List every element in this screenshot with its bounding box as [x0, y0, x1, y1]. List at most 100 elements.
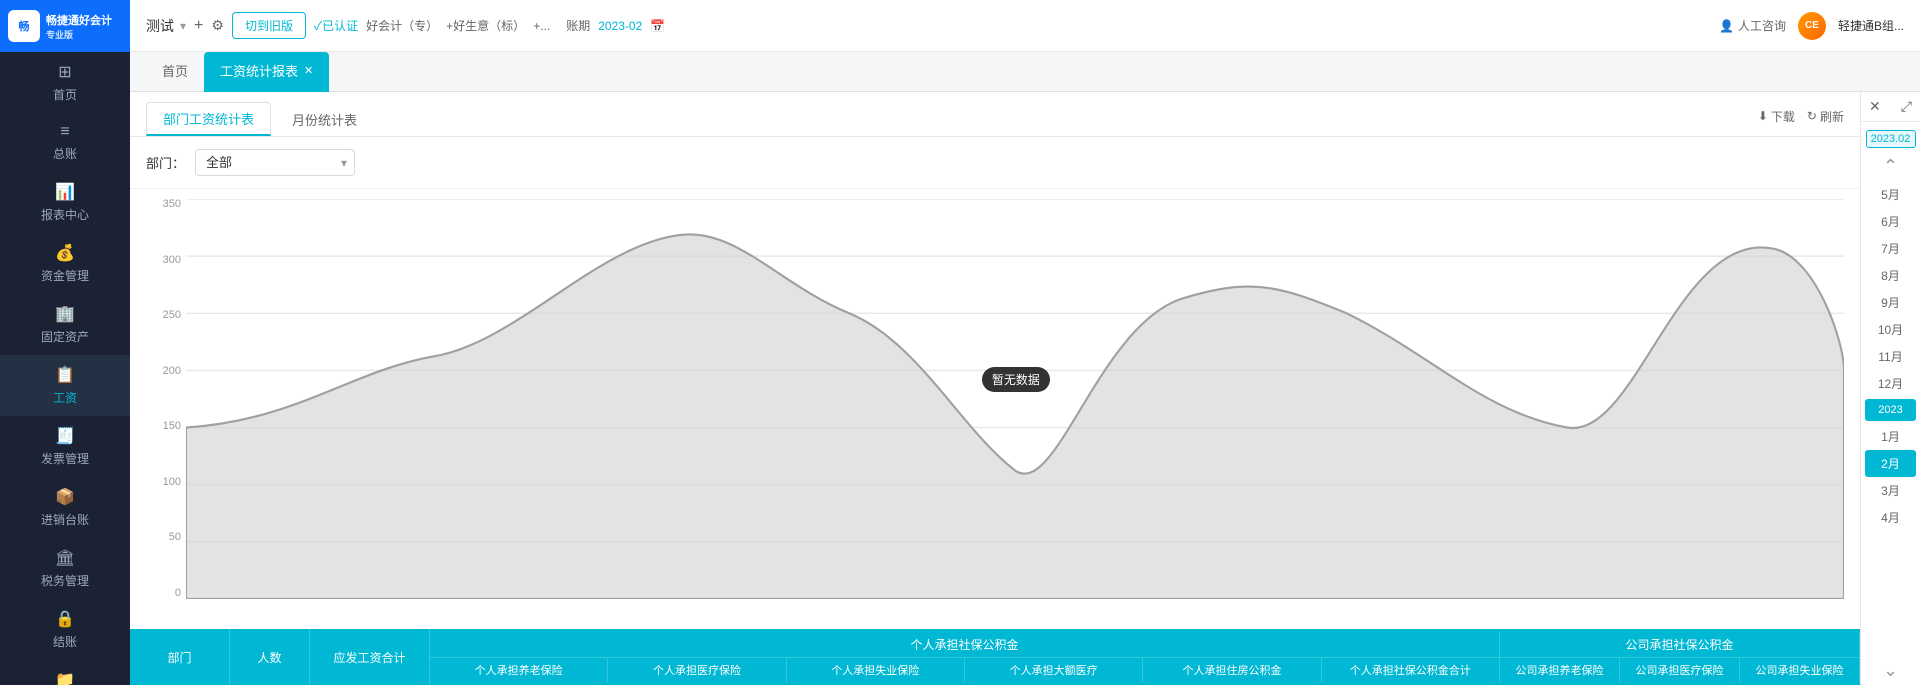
user-avatar: CE: [1798, 12, 1826, 40]
table-header: 部门 人数 应发工资合计 个人承担社保公积金 个人承担养老保险 个人承担医疗保险…: [130, 629, 1860, 685]
sidebar-item-closing[interactable]: 🔒 结账: [0, 599, 130, 660]
sidebar-item-label-fixed-assets: 固定资产: [41, 328, 89, 345]
sidebar-item-salary[interactable]: 📋 工资: [0, 355, 130, 416]
panel-nav-down[interactable]: ⌄: [1883, 656, 1898, 685]
month-1[interactable]: 1月: [1861, 423, 1920, 450]
switch-old-btn[interactable]: 切到旧版: [232, 12, 306, 39]
tab-salary-stats-label: 工资统计报表: [220, 61, 298, 80]
year-2023-badge: 2023: [1865, 399, 1916, 421]
chart-svg-wrapper: 暂无数据: [186, 199, 1844, 599]
gear-icon[interactable]: ⚙: [211, 17, 224, 34]
sidebar-item-invoice[interactable]: 🧾 发票管理: [0, 416, 130, 477]
sidebar-nav: ⊞ 首页 ≡ 总账 📊 报表中心 💰 资金管理 🏢 固定资产 📋 工资 🧾 发票…: [0, 52, 130, 685]
download-icon: ⬇: [1758, 109, 1768, 123]
user-name: 轻捷通B组...: [1838, 17, 1904, 34]
sales-icon: 📦: [55, 487, 75, 507]
sidebar-item-general-ledger[interactable]: ≡ 总账: [0, 113, 130, 172]
invoice-icon: 🧾: [55, 426, 75, 446]
sidebar-item-label-tax: 税务管理: [41, 572, 89, 589]
month-2-active[interactable]: 2月: [1865, 450, 1916, 477]
col-group-company: 公司承担社保公积金 公司承担养老保险 公司承担医疗保险 公司承担失业保险: [1500, 632, 1860, 682]
help-icon: 👤: [1719, 19, 1734, 33]
col-personal-total: 个人承担社保公积金合计: [1322, 658, 1499, 682]
calendar-icon[interactable]: 📅: [650, 19, 665, 33]
month-9[interactable]: 9月: [1861, 289, 1920, 316]
archive-icon: 📁: [55, 670, 75, 685]
month-8[interactable]: 8月: [1861, 262, 1920, 289]
panel-close-icon[interactable]: ✕: [1869, 98, 1881, 115]
sidebar-item-label-invoice: 发票管理: [41, 450, 89, 467]
chart-area: 350 300 250 200 150 100 50 0: [130, 189, 1860, 629]
sub-tab-dept[interactable]: 部门工资统计表: [146, 102, 271, 136]
col-company-pension: 公司承担养老保险: [1500, 658, 1620, 682]
closing-icon: 🔒: [55, 609, 75, 629]
help-label: 人工咨询: [1738, 17, 1786, 34]
panel-close-row: ✕ ⤢: [1861, 92, 1920, 122]
topbar-right: 👤 人工咨询 CE 轻捷通B组...: [1719, 12, 1904, 40]
refresh-label: 刷新: [1820, 108, 1844, 125]
period-value: 2023-02: [598, 19, 642, 33]
sidebar-item-funds[interactable]: 💰 资金管理: [0, 233, 130, 294]
company-selector[interactable]: 测试 ▾: [146, 16, 186, 36]
sidebar-item-archive[interactable]: 📁 归档管理: [0, 660, 130, 685]
fixed-assets-icon: 🏢: [55, 304, 75, 324]
sidebar-item-fixed-assets[interactable]: 🏢 固定资产: [0, 294, 130, 355]
reports-icon: 📊: [55, 182, 75, 202]
col-total-salary: 应发工资合计: [310, 629, 430, 685]
download-btn[interactable]: ⬇ 下载: [1758, 108, 1795, 125]
y-label-100: 100: [146, 477, 181, 488]
y-label-350: 350: [146, 199, 181, 210]
sidebar-item-label-general-ledger: 总账: [53, 145, 77, 162]
col-personal-housing: 个人承担住房公积金: [1143, 658, 1321, 682]
sidebar-item-reports[interactable]: 📊 报表中心: [0, 172, 130, 233]
col-company-medical: 公司承担医疗保险: [1620, 658, 1740, 682]
col-group-company-header: 公司承担社保公积金: [1500, 632, 1859, 658]
topbar-actions: + ⚙ 切到旧版: [194, 12, 306, 39]
month-10[interactable]: 10月: [1861, 316, 1920, 343]
more-badge: +...: [533, 19, 550, 33]
logo-line2: 专业版: [46, 28, 112, 41]
sidebar-item-sales[interactable]: 📦 进销台账: [0, 477, 130, 538]
month-7[interactable]: 7月: [1861, 235, 1920, 262]
dept-filter-label: 部门：: [146, 153, 185, 172]
main: 测试 ▾ + ⚙ 切到旧版 ✓已认证 好会计（专） +好生意（标） +... 账…: [130, 0, 1920, 685]
month-scroll: 5月 6月 7月 8月 9月 10月 11月 12月 2023 1月 2月 3月…: [1861, 181, 1920, 656]
sub-tab-monthly[interactable]: 月份统计表: [275, 103, 374, 136]
month-5[interactable]: 5月: [1861, 181, 1920, 208]
help-btn[interactable]: 👤 人工咨询: [1719, 17, 1786, 34]
sidebar-item-home[interactable]: ⊞ 首页: [0, 52, 130, 113]
sub-tab-monthly-label: 月份统计表: [292, 113, 357, 128]
y-label-300: 300: [146, 255, 181, 266]
tab-home-label: 首页: [162, 61, 188, 80]
salary-icon: 📋: [55, 365, 75, 385]
certified-badge: ✓已认证: [314, 17, 358, 34]
month-11[interactable]: 11月: [1861, 343, 1920, 370]
tab-salary-stats[interactable]: 工资统计报表 ✕: [204, 52, 329, 92]
col-total-label: 应发工资合计: [333, 649, 405, 666]
tab-home[interactable]: 首页: [146, 52, 204, 92]
sidebar-item-label-funds: 资金管理: [41, 267, 89, 284]
close-tab-icon[interactable]: ✕: [304, 64, 313, 77]
refresh-btn[interactable]: ↻ 刷新: [1807, 108, 1844, 125]
panel-expand-icon[interactable]: ⤢: [1901, 98, 1912, 115]
logo-icon: 畅: [8, 10, 40, 42]
chart-svg: [186, 199, 1844, 599]
add-icon[interactable]: +: [194, 17, 203, 35]
dept-select[interactable]: 全部 部门一 部门二: [195, 149, 355, 176]
year-label[interactable]: 2023.02: [1866, 130, 1916, 148]
chevron-down-icon: ▾: [180, 19, 186, 33]
month-12[interactable]: 12月: [1861, 370, 1920, 397]
col-personal-unemploy: 个人承担失业保险: [787, 658, 965, 682]
chart-container: 350 300 250 200 150 100 50 0: [146, 199, 1844, 629]
col-count-label: 人数: [257, 649, 281, 666]
month-6[interactable]: 6月: [1861, 208, 1920, 235]
sub-tab-actions: ⬇ 下载 ↻ 刷新: [1758, 108, 1844, 131]
company-name: 测试: [146, 16, 174, 36]
sidebar-item-label-salary: 工资: [53, 389, 77, 406]
month-4[interactable]: 4月: [1861, 504, 1920, 531]
panel-nav-up[interactable]: ⌃: [1883, 152, 1898, 181]
sidebar-item-tax[interactable]: 🏛 税务管理: [0, 538, 130, 599]
month-3[interactable]: 3月: [1861, 477, 1920, 504]
col-group-personal: 个人承担社保公积金 个人承担养老保险 个人承担医疗保险 个人承担失业保险 个人承…: [430, 632, 1500, 682]
filter-bar: 部门： 全部 部门一 部门二 ▾: [130, 137, 1860, 189]
